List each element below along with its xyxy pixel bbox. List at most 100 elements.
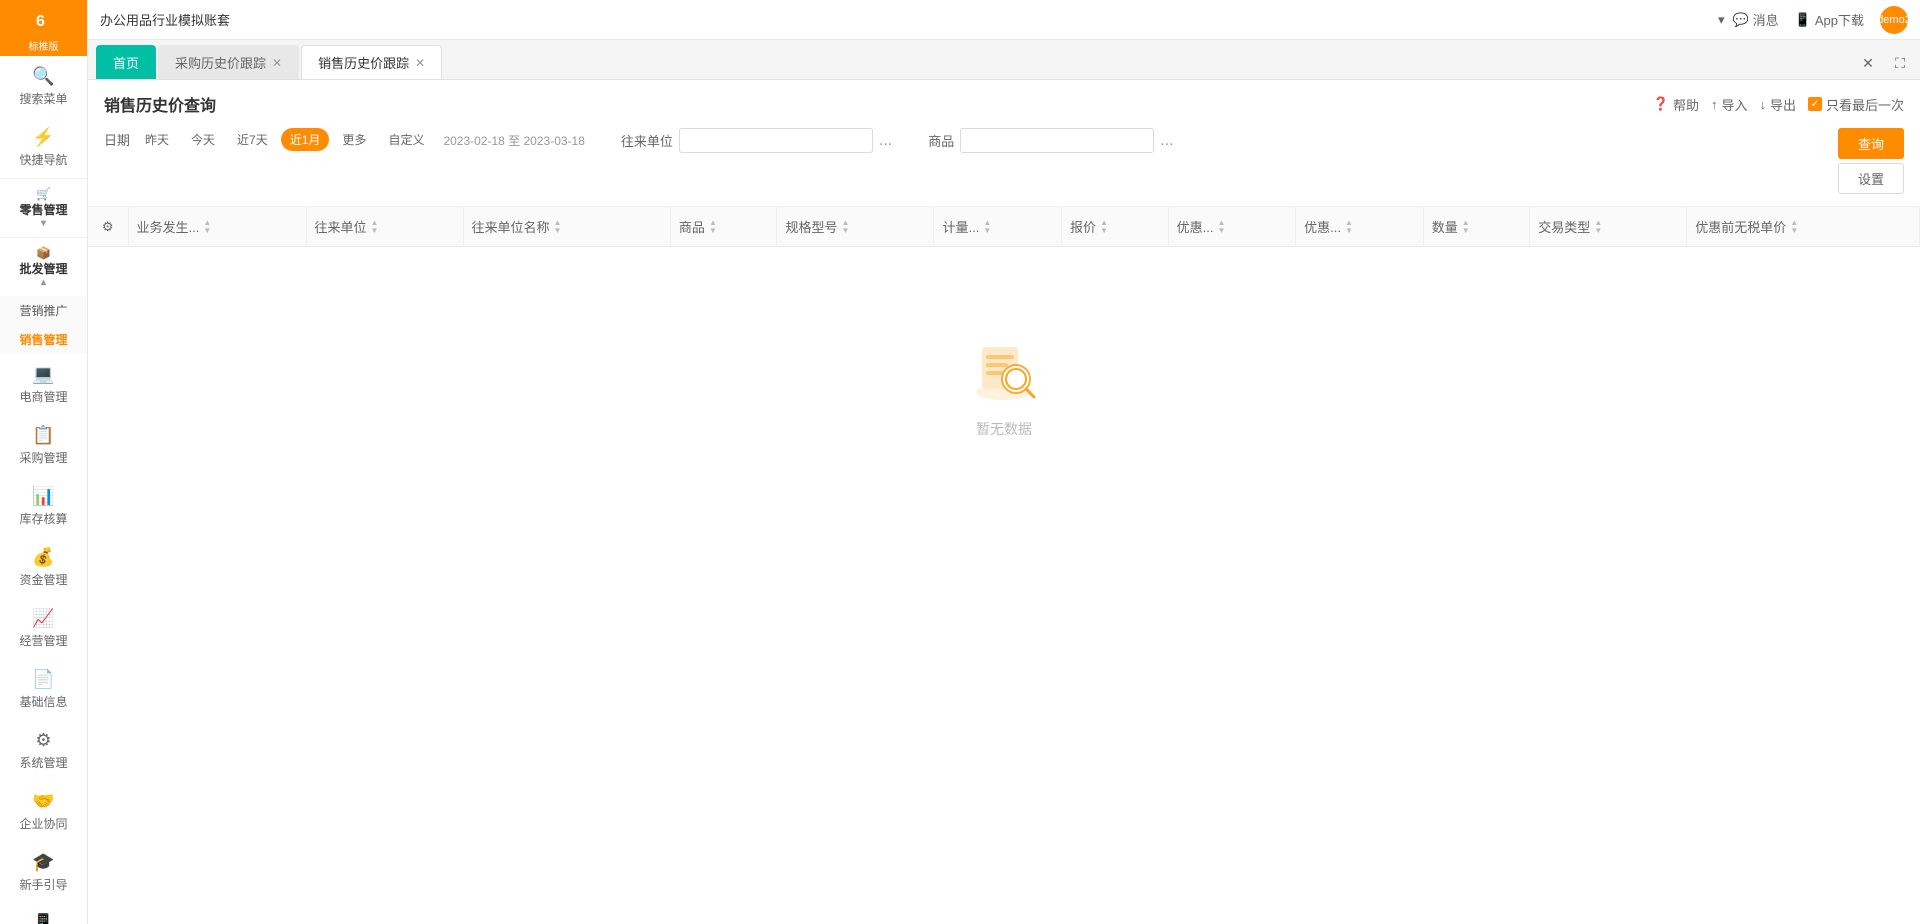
table-col-discount1[interactable]: 优惠... ▲▼ <box>1168 207 1296 247</box>
date-btn-today[interactable]: 今天 <box>182 128 224 151</box>
sidebar-item-label: 营销推广 <box>19 302 67 319</box>
table-col-spec[interactable]: 规格型号 ▲▼ <box>777 207 934 247</box>
table-col-pre-tax-price[interactable]: 优惠前无税单价 ▲▼ <box>1687 207 1920 247</box>
sidebar-item-new-guide[interactable]: 🎓 新手引导 <box>0 842 88 903</box>
only-last-checkbox[interactable]: ✓ 只看最后一次 <box>1808 95 1904 114</box>
table-col-unit[interactable]: 计量... ▲▼ <box>934 207 1062 247</box>
table-col-partner-code[interactable]: 往来单位 ▲▼ <box>306 207 463 247</box>
tabs-bar: 首页 采购历史价跟踪 ✕ 销售历史价跟踪 ✕ ✕ ⛶ <box>88 40 1920 80</box>
product-input[interactable] <box>960 128 1154 153</box>
sidebar-item-enterprise-coop[interactable]: 🤝 企业协同 <box>0 781 88 842</box>
table-col-trade-type[interactable]: 交易类型 ▲▼ <box>1530 207 1687 247</box>
operation-icon: 📈 <box>32 608 54 629</box>
table-col-quoted-price[interactable]: 报价 ▲▼ <box>1062 207 1169 247</box>
chevron-up-icon: ▴ <box>41 277 46 288</box>
sort-icons: ▲▼ <box>1790 219 1798 235</box>
sidebar-item-search-menu[interactable]: 🔍 搜索菜单 <box>0 56 88 117</box>
sidebar-item-label: 批发管理 <box>19 260 67 277</box>
table-col-discount2[interactable]: 优惠... ▲▼ <box>1296 207 1424 247</box>
sort-icons: ▲▼ <box>1462 219 1470 235</box>
sidebar-item-sys-mgmt[interactable]: ⚙ 系统管理 <box>0 720 88 781</box>
sidebar-item-retail-mgmt[interactable]: 🛒 零售管理 ▾ <box>0 178 88 237</box>
quick-nav-icon: ⚡ <box>32 127 54 148</box>
sidebar-item-label: 系统管理 <box>19 754 67 771</box>
table-col-quantity[interactable]: 数量 ▲▼ <box>1423 207 1530 247</box>
table-col-biz-date[interactable]: 业务发生... ▲▼ <box>128 207 306 247</box>
data-table: ⚙ 业务发生... ▲▼ 往来单位 ▲▼ <box>88 207 1920 247</box>
sidebar-item-marketing[interactable]: 营销推广 <box>0 296 88 325</box>
table-col-settings[interactable]: ⚙ <box>88 207 128 247</box>
wholesale-icon: 📦 <box>36 246 51 260</box>
sidebar-item-purchase-mgmt[interactable]: 📋 采购管理 <box>0 415 88 476</box>
sidebar-item-quick-nav[interactable]: ⚡ 快捷导航 <box>0 117 88 178</box>
tab-maximize-button[interactable]: ⛶ <box>1888 51 1912 75</box>
tab-home[interactable]: 首页 <box>96 45 156 79</box>
tab-sales-history[interactable]: 销售历史价跟踪 ✕ <box>301 45 442 79</box>
chevron-down-icon: ▾ <box>41 218 46 229</box>
help-icon: ❓ <box>1653 96 1669 112</box>
sort-icons: ▲▼ <box>983 219 991 235</box>
settings-icon: ⚙ <box>102 219 114 234</box>
table-col-product[interactable]: 商品 ▲▼ <box>670 207 777 247</box>
date-label: 日期 <box>104 130 130 149</box>
app-center-icon: 📱 <box>32 913 54 924</box>
sidebar-item-basic-info[interactable]: 📄 基础信息 <box>0 659 88 720</box>
sort-icons: ▲▼ <box>842 219 850 235</box>
sidebar-item-label: 电商管理 <box>19 388 67 405</box>
sidebar-item-label: 库存核算 <box>19 510 67 527</box>
sidebar-item-wholesale-mgmt[interactable]: 📦 批发管理 ▴ <box>0 237 88 296</box>
product-filter-group: 商品 ... <box>928 128 1173 153</box>
sort-icons: ▲▼ <box>1100 219 1108 235</box>
empty-icon <box>964 327 1044 407</box>
sidebar-item-label: 销售管理 <box>19 331 67 348</box>
page-header-actions: ❓ 帮助 ↑ 导入 ↓ 导出 ✓ 只看最后一次 <box>1653 95 1904 114</box>
date-btn-more[interactable]: 更多 <box>333 128 375 151</box>
partner-filter-group: 往来单位 ... <box>621 128 892 153</box>
inventory-icon: 📊 <box>32 486 54 507</box>
product-dots[interactable]: ... <box>1160 132 1173 150</box>
tab-close-purchase[interactable]: ✕ <box>272 57 282 69</box>
message-button[interactable]: 💬 消息 <box>1732 10 1778 29</box>
sidebar-item-finance-mgmt[interactable]: 💰 资金管理 <box>0 537 88 598</box>
partner-dots[interactable]: ... <box>879 132 892 150</box>
user-avatar[interactable]: demo2 <box>1880 6 1908 34</box>
filter-action-buttons: 查询 设置 <box>1838 128 1904 194</box>
settings-button[interactable]: 设置 <box>1838 163 1904 194</box>
import-button[interactable]: ↑ 导入 <box>1711 95 1748 114</box>
sidebar-item-label: 资金管理 <box>19 571 67 588</box>
tab-close-all-button[interactable]: ✕ <box>1856 51 1880 75</box>
product-label: 商品 <box>928 131 954 150</box>
topbar-dropdown-icon[interactable]: ▾ <box>1718 12 1725 28</box>
date-btn-last1m[interactable]: 近1月 <box>281 128 330 151</box>
sidebar-item-label: 搜索菜单 <box>19 90 67 107</box>
sidebar-item-operation-mgmt[interactable]: 📈 经营管理 <box>0 598 88 659</box>
date-btn-last7[interactable]: 近7天 <box>228 128 277 151</box>
empty-text: 暂无数据 <box>976 419 1032 439</box>
app-download-button[interactable]: 📱 App下载 <box>1795 10 1864 29</box>
date-btn-custom[interactable]: 自定义 <box>379 128 433 151</box>
tab-controls: ✕ ⛶ <box>1856 51 1912 79</box>
date-btn-yesterday[interactable]: 昨天 <box>136 128 178 151</box>
sidebar-item-app-center[interactable]: 📱 应用中心 <box>0 903 88 924</box>
partner-input[interactable] <box>679 128 873 153</box>
sidebar-item-inventory[interactable]: 📊 库存核算 <box>0 476 88 537</box>
export-icon: ↓ <box>1759 97 1766 112</box>
tab-purchase-history[interactable]: 采购历史价跟踪 ✕ <box>158 45 299 79</box>
download-icon: 📱 <box>1795 12 1811 28</box>
sidebar: 6 标推版 🔍 搜索菜单 ⚡ 快捷导航 🛒 零售管理 ▾ 📦 批发管理 ▴ 营销… <box>0 0 88 924</box>
empty-state: 暂无数据 <box>88 247 1920 519</box>
sidebar-item-sales-mgmt[interactable]: 销售管理 <box>0 325 88 354</box>
page-header: 销售历史价查询 ❓ 帮助 ↑ 导入 ↓ 导出 ✓ 只看最后一次 <box>88 80 1920 116</box>
enterprise-coop-icon: 🤝 <box>32 791 54 812</box>
sys-icon: ⚙ <box>35 730 51 751</box>
export-button[interactable]: ↓ 导出 <box>1759 95 1796 114</box>
tab-close-sales[interactable]: ✕ <box>415 57 425 69</box>
sidebar-item-label: 零售管理 <box>19 201 67 218</box>
ecom-icon: 💻 <box>32 364 54 385</box>
app-logo[interactable]: 6 标推版 <box>0 0 88 56</box>
main-area: 办公用品行业模拟账套 ▾ 💬 消息 📱 App下载 demo2 首页 采购历史价… <box>88 0 1920 924</box>
table-col-partner-name[interactable]: 往来单位名称 ▲▼ <box>463 207 670 247</box>
sidebar-item-ecom-mgmt[interactable]: 💻 电商管理 <box>0 354 88 415</box>
query-button[interactable]: 查询 <box>1838 128 1904 159</box>
help-button[interactable]: ❓ 帮助 <box>1653 95 1699 114</box>
